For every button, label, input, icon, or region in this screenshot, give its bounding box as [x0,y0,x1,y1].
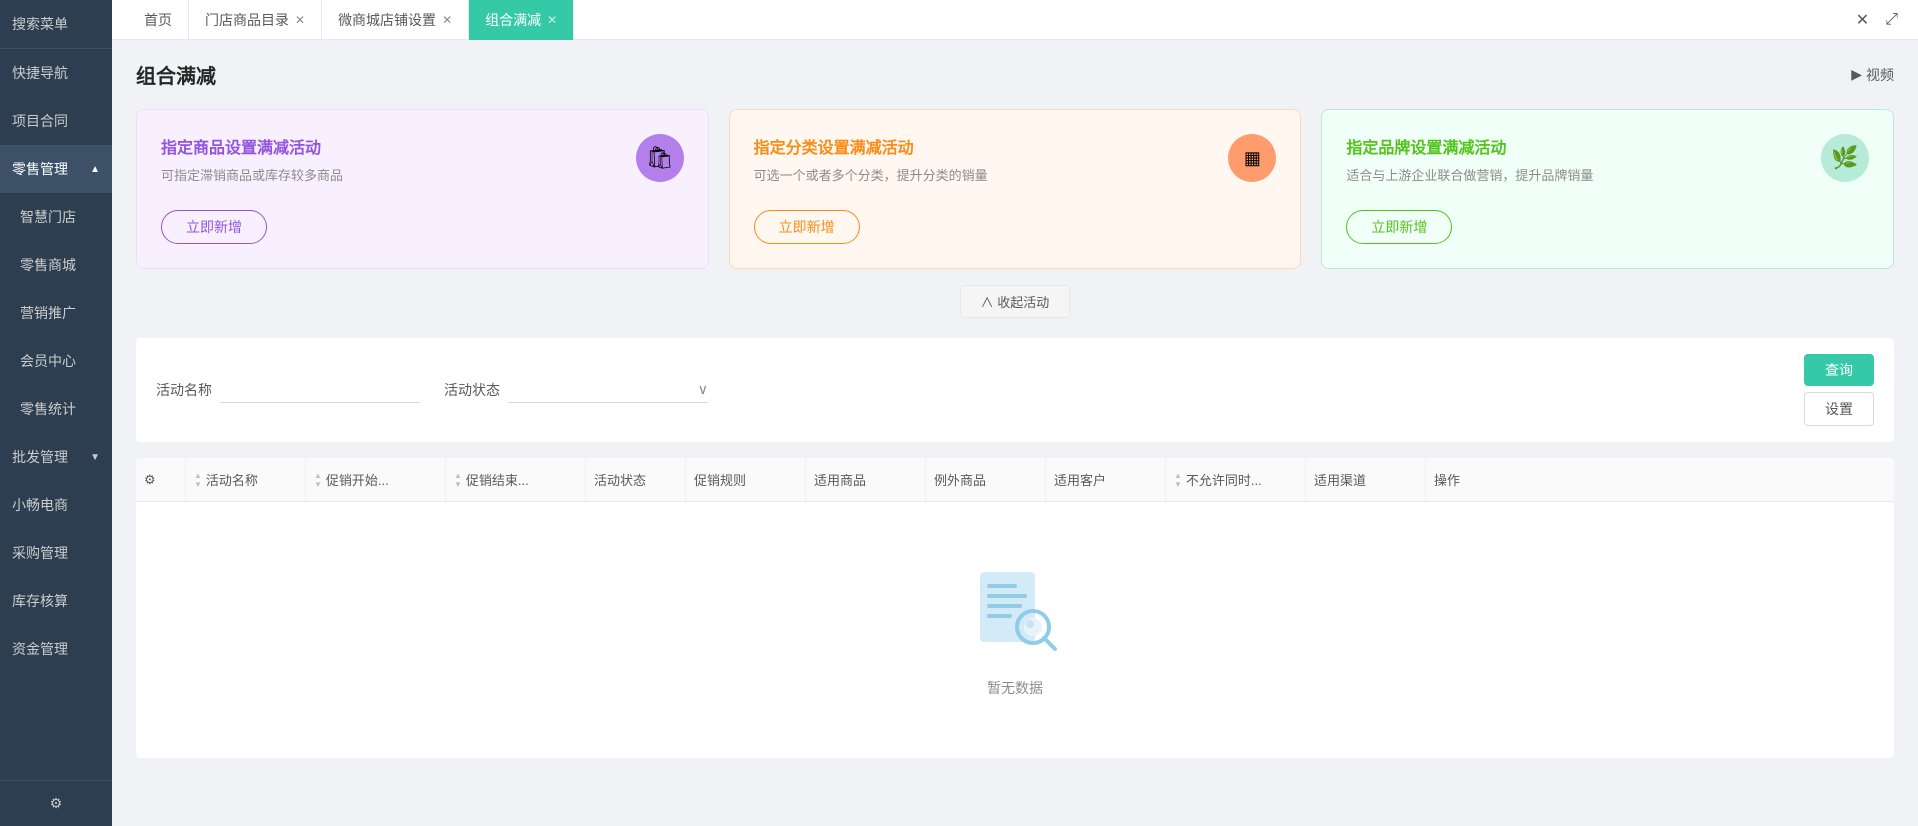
sidebar-item-wholesale-mgmt[interactable]: 批发管理 ▼ [0,433,112,481]
tab-combo-discount[interactable]: 组合满减 ✕ [469,0,574,40]
th-promo-rule: 促销规则 [686,458,806,501]
sidebar-item-retail-mall[interactable]: 零售商城 [0,241,112,289]
query-button[interactable]: 查询 [1804,354,1874,386]
tab-wechat-settings[interactable]: 微商城店铺设置 ✕ [322,0,469,40]
brand-promo-card: 🌿 指定品牌设置满减活动 适合与上游企业联合做营销，提升品牌销量 立即新增 [1321,109,1894,269]
video-link[interactable]: ▶ 视频 [1851,65,1894,85]
sidebar-search[interactable]: 搜索菜单 [0,0,112,49]
sidebar-item-xiaochangec[interactable]: 小畅电商 [0,481,112,529]
sidebar: 搜索菜单 快捷导航 项目合同 零售管理 ▲ 智慧门店 零售商城 营销推广 会员中… [0,0,112,826]
data-table: ⚙ ▲▼ 活动名称 ▲▼ 促销开始... ▲▼ 促销结束... 活动状态 [136,458,1894,758]
sort-arrows-promo-start[interactable]: ▲▼ [314,471,322,489]
tab-wechat-settings-close[interactable]: ✕ [442,13,452,27]
maximize-window-button[interactable]: ⤢ [1881,10,1902,30]
promo-cards: 🛍 指定商品设置满减活动 可指定滞销商品或库存较多商品 立即新增 ▦ 指定分类设… [136,109,1894,269]
retail-mgmt-arrow-icon: ▲ [90,164,100,175]
product-card-desc: 可指定滞销商品或库存较多商品 [161,166,527,186]
category-card-title: 指定分类设置满减活动 [754,134,1277,158]
th-action: 操作 [1426,458,1526,501]
activity-status-select[interactable]: ∨ [508,377,708,403]
th-settings[interactable]: ⚙ [136,458,186,501]
brand-card-add-button[interactable]: 立即新增 [1346,210,1452,244]
product-promo-card: 🛍 指定商品设置满减活动 可指定滞销商品或库存较多商品 立即新增 [136,109,709,269]
th-apply-channel: 适用渠道 [1306,458,1426,501]
empty-text: 暂无数据 [987,678,1043,698]
filter-actions: 查询 设置 [1804,354,1874,426]
tab-store-catalog-close[interactable]: ✕ [295,13,305,27]
wholesale-arrow-icon: ▼ [90,452,100,463]
activity-status-filter: 活动状态 ∨ [444,377,708,403]
sidebar-item-retail-stats[interactable]: 零售统计 [0,385,112,433]
product-card-icon: 🛍 [636,134,684,182]
th-no-concurrent: ▲▼ 不允许同时... [1166,458,1306,501]
page-title: 组合满减 [136,60,216,89]
sidebar-item-member-center[interactable]: 会员中心 [0,337,112,385]
sort-arrows-no-concurrent[interactable]: ▲▼ [1174,471,1182,489]
th-status: 活动状态 [586,458,686,501]
table-settings-icon: ⚙ [144,472,156,488]
tab-store-catalog[interactable]: 门店商品目录 ✕ [189,0,322,40]
th-except-products: 例外商品 [926,458,1046,501]
category-card-desc: 可选一个或者多个分类，提升分类的销量 [754,166,1120,186]
tab-actions: ✕ ⤢ [1852,10,1902,30]
product-card-add-button[interactable]: 立即新增 [161,210,267,244]
sidebar-item-smart-store[interactable]: 智慧门店 [0,193,112,241]
table-settings-button[interactable]: 设置 [1804,392,1874,426]
th-promo-end: ▲▼ 促销结束... [446,458,586,501]
activity-name-filter: 活动名称 [156,378,420,403]
content-area: 组合满减 ▶ 视频 🛍 指定商品设置满减活动 可指定滞销商品或库存较多商品 立即… [112,40,1918,826]
sidebar-item-project-contract[interactable]: 项目合同 [0,97,112,145]
tab-home[interactable]: 首页 [128,0,189,40]
th-apply-customers: 适用客户 [1046,458,1166,501]
activity-name-label: 活动名称 [156,380,212,400]
activity-status-label: 活动状态 [444,380,500,400]
main-area: 首页 门店商品目录 ✕ 微商城店铺设置 ✕ 组合满减 ✕ ✕ ⤢ 组合满减 ▶ … [112,0,1918,826]
product-card-title: 指定商品设置满减活动 [161,134,684,158]
sidebar-item-fund-mgmt[interactable]: 资金管理 [0,625,112,673]
brand-card-desc: 适合与上游企业联合做营销，提升品牌销量 [1346,166,1712,186]
empty-illustration [955,562,1075,662]
tab-combo-discount-close[interactable]: ✕ [547,13,557,27]
chevron-down-icon: ∨ [698,381,708,398]
close-window-button[interactable]: ✕ [1852,10,1873,30]
sidebar-item-retail-mgmt[interactable]: 零售管理 ▲ [0,145,112,193]
filter-row: 活动名称 活动状态 ∨ 查询 设置 [136,338,1894,442]
sidebar-settings[interactable]: ⚙ [0,780,112,826]
th-apply-products: 适用商品 [806,458,926,501]
category-card-icon: ▦ [1228,134,1276,182]
sort-arrows-promo-end[interactable]: ▲▼ [454,471,462,489]
collapse-bar: ∧ 收起活动 [136,285,1894,318]
sort-arrows-name[interactable]: ▲▼ [194,471,202,489]
sidebar-item-purchase-mgmt[interactable]: 采购管理 [0,529,112,577]
page-header: 组合满减 ▶ 视频 [136,60,1894,89]
tab-bar: 首页 门店商品目录 ✕ 微商城店铺设置 ✕ 组合满减 ✕ ✕ ⤢ [112,0,1918,40]
chevron-up-icon: ∧ [981,295,998,310]
brand-card-icon: 🌿 [1821,134,1869,182]
sidebar-item-quick-nav[interactable]: 快捷导航 [0,49,112,97]
play-icon: ▶ [1851,66,1862,83]
brand-card-title: 指定品牌设置满减活动 [1346,134,1869,158]
th-promo-start: ▲▼ 促销开始... [306,458,446,501]
activity-name-input[interactable] [220,378,420,403]
empty-state: 暂无数据 [136,502,1894,758]
category-promo-card: ▦ 指定分类设置满减活动 可选一个或者多个分类，提升分类的销量 立即新增 [729,109,1302,269]
settings-icon: ⚙ [50,795,63,812]
table-header: ⚙ ▲▼ 活动名称 ▲▼ 促销开始... ▲▼ 促销结束... 活动状态 [136,458,1894,502]
th-name: ▲▼ 活动名称 [186,458,306,501]
sidebar-item-marketing[interactable]: 营销推广 [0,289,112,337]
category-card-add-button[interactable]: 立即新增 [754,210,860,244]
collapse-activities-button[interactable]: ∧ 收起活动 [960,285,1071,318]
sidebar-item-inventory-calc[interactable]: 库存核算 [0,577,112,625]
